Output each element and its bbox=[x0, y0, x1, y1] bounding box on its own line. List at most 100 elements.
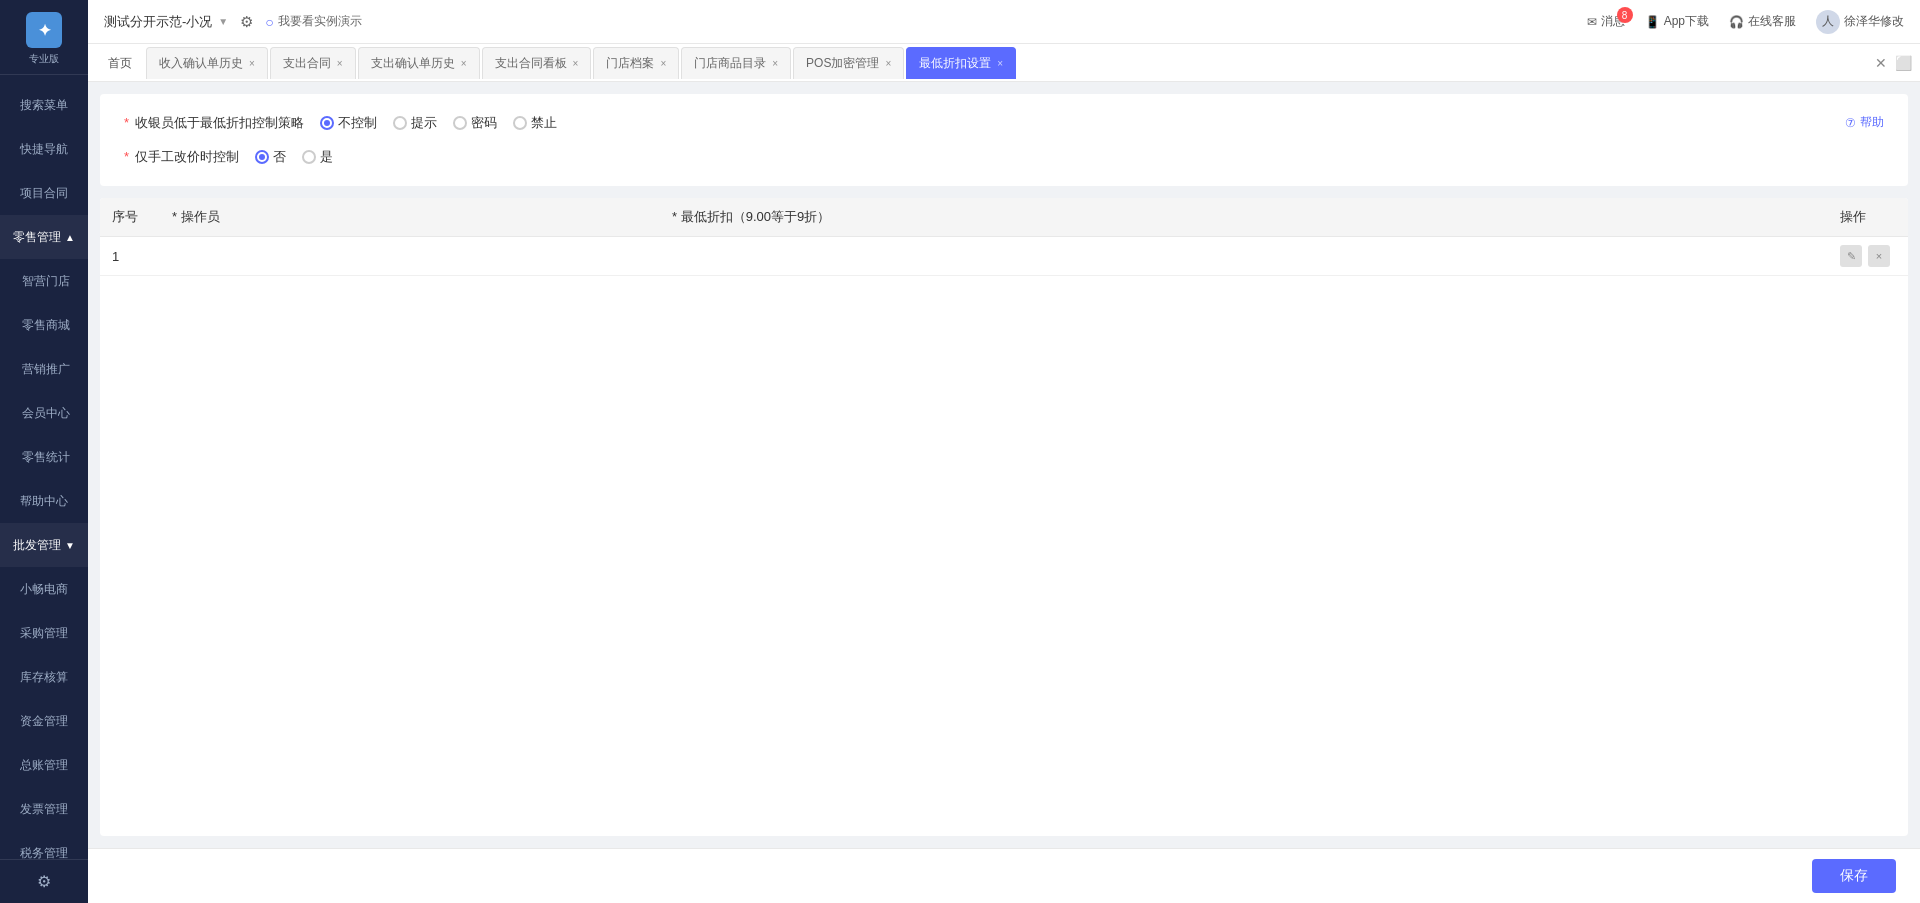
sidebar-item-label: 营销推广 bbox=[22, 361, 70, 378]
close-icon[interactable]: × bbox=[573, 58, 579, 69]
sidebar-item-label: 零售商城 bbox=[22, 317, 70, 334]
radio-hint[interactable]: 提示 bbox=[393, 114, 437, 132]
close-icon[interactable]: × bbox=[885, 58, 891, 69]
sidebar-item-marketing[interactable]: 营销推广 bbox=[0, 347, 88, 391]
radio-no[interactable]: 否 bbox=[255, 148, 286, 166]
sidebar-item-label: 零售管理 bbox=[13, 229, 61, 246]
form-label-2: * 仅手工改价时控制 bbox=[124, 148, 239, 166]
tab-min-discount[interactable]: 最低折扣设置 × bbox=[906, 47, 1016, 79]
sidebar-item-account[interactable]: 总账管理 bbox=[0, 743, 88, 787]
sidebar-item-finance[interactable]: 资金管理 bbox=[0, 699, 88, 743]
sidebar-item-label: 项目合同 bbox=[20, 185, 68, 202]
table-row: 1 ✎ × bbox=[100, 237, 1908, 276]
radio-label: 提示 bbox=[411, 114, 437, 132]
radio-yes[interactable]: 是 bbox=[302, 148, 333, 166]
required-star: * bbox=[124, 149, 129, 164]
tab-label: 首页 bbox=[108, 55, 132, 72]
chevron-up-icon: ▲ bbox=[65, 232, 75, 243]
page-footer: 保存 bbox=[88, 848, 1920, 903]
demo-link[interactable]: ○ 我要看实例演示 bbox=[265, 13, 361, 30]
sidebar-item-label: 发票管理 bbox=[20, 801, 68, 818]
sidebar-item-retail-stats[interactable]: 零售统计 bbox=[0, 435, 88, 479]
sidebar-item-retail-mall[interactable]: 零售商城 bbox=[0, 303, 88, 347]
topbar-right: ✉ 消息 8 📱 App下载 🎧 在线客服 人 徐泽华修改 bbox=[1587, 10, 1904, 34]
form-row-1: * 收银员低于最低折扣控制策略 不控制 提示 密码 bbox=[124, 114, 1884, 132]
radio-label: 禁止 bbox=[531, 114, 557, 132]
sidebar-item-retail-management[interactable]: 零售管理 ▲ bbox=[0, 215, 88, 259]
app-download-btn[interactable]: 📱 App下载 bbox=[1645, 13, 1709, 30]
sidebar-bottom: ⚙ bbox=[0, 859, 88, 903]
settings-icon[interactable]: ⚙ bbox=[37, 872, 51, 891]
sidebar-item-project-contract[interactable]: 项目合同 bbox=[0, 171, 88, 215]
cell-min-discount[interactable] bbox=[660, 237, 1828, 276]
message-btn[interactable]: ✉ 消息 8 bbox=[1587, 13, 1625, 30]
radio-forbid[interactable]: 禁止 bbox=[513, 114, 557, 132]
radio-dot bbox=[513, 116, 527, 130]
radio-label: 密码 bbox=[471, 114, 497, 132]
sidebar-item-label: 税务管理 bbox=[20, 845, 68, 860]
close-icon[interactable]: × bbox=[337, 58, 343, 69]
sidebar-item-inventory[interactable]: 库存核算 bbox=[0, 655, 88, 699]
sidebar-item-label: 快捷导航 bbox=[20, 141, 68, 158]
form-row-2: * 仅手工改价时控制 否 是 bbox=[124, 148, 1884, 166]
sidebar-item-label: 会员中心 bbox=[22, 405, 70, 422]
tab-label: 门店档案 bbox=[606, 55, 654, 72]
sidebar-item-label: 采购管理 bbox=[20, 625, 68, 642]
sidebar-item-ecommerce[interactable]: 小畅电商 bbox=[0, 567, 88, 611]
sidebar-item-quick-nav[interactable]: 快捷导航 bbox=[0, 127, 88, 171]
chevron-down-icon: ▼ bbox=[65, 540, 75, 551]
help-label: 帮助 bbox=[1860, 114, 1884, 131]
sidebar-item-label: 小畅电商 bbox=[20, 581, 68, 598]
close-icon[interactable]: × bbox=[249, 58, 255, 69]
cell-operator[interactable] bbox=[160, 237, 660, 276]
required-star: * bbox=[124, 115, 129, 130]
tab-store-products[interactable]: 门店商品目录 × bbox=[681, 47, 791, 79]
tab-income-confirm[interactable]: 收入确认单历史 × bbox=[146, 47, 268, 79]
sidebar-item-member-center[interactable]: 会员中心 bbox=[0, 391, 88, 435]
save-button[interactable]: 保存 bbox=[1812, 859, 1896, 893]
project-selector[interactable]: 测试分开示范-小况 ▼ bbox=[104, 13, 228, 31]
service-btn[interactable]: 🎧 在线客服 bbox=[1729, 13, 1796, 30]
sidebar-item-invoice[interactable]: 发票管理 bbox=[0, 787, 88, 831]
help-link[interactable]: ⑦ 帮助 bbox=[1845, 114, 1884, 131]
radio-password[interactable]: 密码 bbox=[453, 114, 497, 132]
sidebar-item-label: 资金管理 bbox=[20, 713, 68, 730]
tab-pos-manage[interactable]: POS加密管理 × bbox=[793, 47, 904, 79]
tab-label: 支出确认单历史 bbox=[371, 55, 455, 72]
tab-expand-icon[interactable]: ⬜ bbox=[1895, 55, 1912, 71]
delete-icon[interactable]: × bbox=[1868, 245, 1890, 267]
sidebar-item-help-center[interactable]: 帮助中心 bbox=[0, 479, 88, 523]
tab-close-all-icon[interactable]: ✕ bbox=[1875, 55, 1887, 71]
radio-label: 是 bbox=[320, 148, 333, 166]
close-icon[interactable]: × bbox=[772, 58, 778, 69]
close-icon[interactable]: × bbox=[997, 58, 1003, 69]
tab-payment-contract[interactable]: 支出合同 × bbox=[270, 47, 356, 79]
sidebar-item-wholesale[interactable]: 批发管理 ▼ bbox=[0, 523, 88, 567]
mobile-icon: 📱 bbox=[1645, 15, 1660, 29]
tab-payment-board[interactable]: 支出合同看板 × bbox=[482, 47, 592, 79]
sidebar-item-label: 智营门店 bbox=[22, 273, 70, 290]
form-label-1: * 收银员低于最低折扣控制策略 bbox=[124, 114, 304, 132]
edit-icon[interactable]: ✎ bbox=[1840, 245, 1862, 267]
radio-no-control[interactable]: 不控制 bbox=[320, 114, 377, 132]
discount-table: 序号 * 操作员 * 最低折扣（9.00等于9折） 操作 bbox=[100, 198, 1908, 276]
cell-action: ✎ × bbox=[1828, 237, 1908, 276]
radio-label: 不控制 bbox=[338, 114, 377, 132]
action-icons: ✎ × bbox=[1840, 245, 1896, 267]
tab-home[interactable]: 首页 bbox=[96, 47, 144, 79]
close-icon[interactable]: × bbox=[461, 58, 467, 69]
table-header-row: 序号 * 操作员 * 最低折扣（9.00等于9折） 操作 bbox=[100, 198, 1908, 237]
close-icon[interactable]: × bbox=[660, 58, 666, 69]
sidebar-item-smart-store[interactable]: 智营门店 bbox=[0, 259, 88, 303]
sidebar-item-purchase[interactable]: 采购管理 bbox=[0, 611, 88, 655]
radio-dot bbox=[255, 150, 269, 164]
tab-store-file[interactable]: 门店档案 × bbox=[593, 47, 679, 79]
topbar-settings-icon[interactable]: ⚙ bbox=[240, 13, 253, 31]
user-btn[interactable]: 人 徐泽华修改 bbox=[1816, 10, 1904, 34]
col-header-operator: * 操作员 bbox=[160, 198, 660, 237]
project-name: 测试分开示范-小况 bbox=[104, 13, 212, 31]
sidebar-item-search-menu[interactable]: 搜索菜单 bbox=[0, 83, 88, 127]
tab-payment-confirm[interactable]: 支出确认单历史 × bbox=[358, 47, 480, 79]
sidebar-item-label: 搜索菜单 bbox=[20, 97, 68, 114]
sidebar-item-tax[interactable]: 税务管理 bbox=[0, 831, 88, 859]
